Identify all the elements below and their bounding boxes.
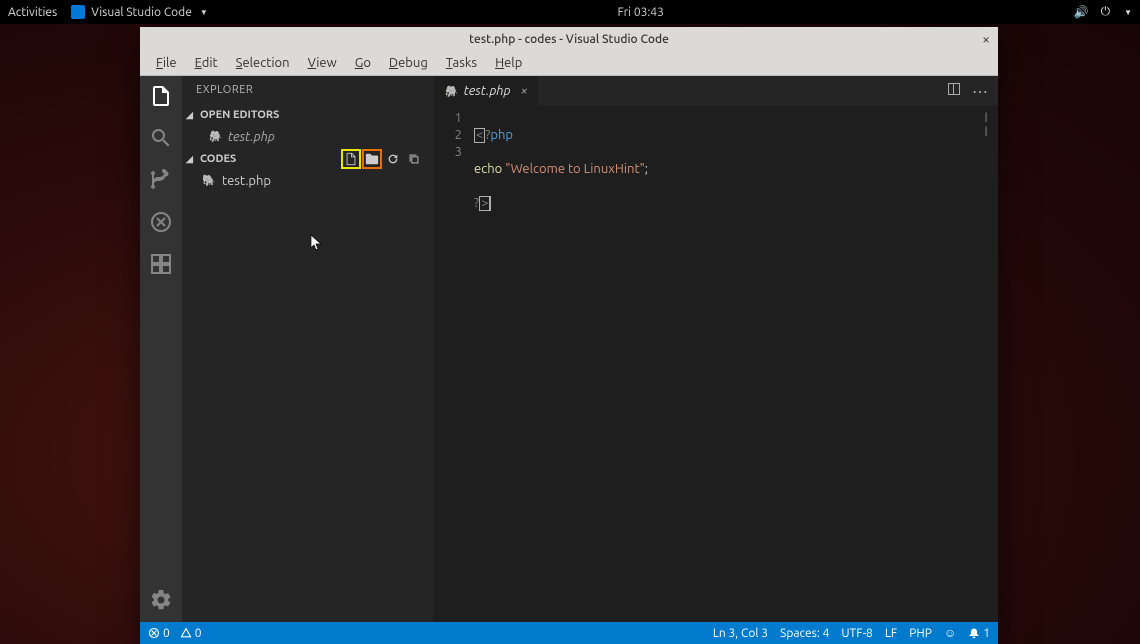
menu-help[interactable]: Help [487, 54, 530, 72]
folder-header[interactable]: ◢ CODES [182, 148, 434, 170]
source-control-icon[interactable] [149, 168, 173, 192]
code-editor[interactable]: 1 2 3 <?php echo "Welcome to LinuxHint";… [434, 106, 998, 622]
errors-count: 0 [163, 627, 170, 640]
activities-button[interactable]: Activities [8, 6, 57, 19]
line-gutter: 1 2 3 [434, 106, 474, 622]
gnome-top-bar: Activities Visual Studio Code ▼ Fri 03:4… [0, 0, 1140, 24]
new-folder-button[interactable] [362, 149, 382, 169]
php-file-icon: 🐘 [444, 85, 458, 98]
explorer-sidebar: EXPLORER ◢ OPEN EDITORS 🐘 test.php ◢ COD… [182, 76, 434, 622]
menu-selection[interactable]: Selection [228, 54, 298, 72]
chevron-down-icon: ▼ [1124, 8, 1132, 17]
split-editor-button[interactable] [946, 81, 962, 101]
status-lncol[interactable]: Ln 3, Col 3 [713, 627, 768, 640]
status-warnings[interactable]: 0 [180, 627, 202, 640]
status-notifications[interactable]: 1 [968, 627, 990, 640]
line-number: 1 [434, 110, 462, 127]
status-bar: 0 0 Ln 3, Col 3 Spaces: 4 UTF-8 LF PHP ☺… [140, 622, 998, 644]
volume-icon[interactable]: 🔊 [1074, 5, 1089, 19]
status-language[interactable]: PHP [909, 627, 932, 640]
file-label: test.php [222, 174, 271, 188]
title-bar[interactable]: test.php - codes - Visual Studio Code × [140, 27, 998, 51]
menu-go[interactable]: Go [347, 54, 379, 72]
open-editor-item[interactable]: 🐘 test.php [182, 126, 434, 148]
line-number: 2 [434, 127, 462, 144]
tab-label: test.php [464, 84, 511, 98]
tab-test-php[interactable]: 🐘 test.php × [434, 76, 538, 106]
editor-area: 🐘 test.php × ⋯ 1 2 3 <?php echo "We [434, 76, 998, 622]
window-close-button[interactable]: × [982, 31, 990, 47]
php-file-icon: 🐘 [208, 130, 222, 144]
open-editors-label: OPEN EDITORS [200, 109, 279, 121]
chevron-down-icon: ◢ [186, 110, 198, 121]
settings-gear-icon[interactable] [149, 588, 173, 612]
menu-bar: File Edit Selection View Go Debug Tasks … [140, 51, 998, 76]
menu-edit[interactable]: Edit [187, 54, 226, 72]
new-file-button[interactable] [341, 149, 361, 169]
folder-label: CODES [200, 153, 236, 165]
status-encoding[interactable]: UTF-8 [841, 627, 872, 640]
status-spaces[interactable]: Spaces: 4 [780, 627, 829, 640]
refresh-button[interactable] [383, 149, 403, 169]
menu-tasks[interactable]: Tasks [438, 54, 485, 72]
vscode-window: test.php - codes - Visual Studio Code × … [140, 27, 998, 644]
code-content[interactable]: <?php echo "Welcome to LinuxHint"; ?> [474, 106, 998, 622]
minimap[interactable]: II [984, 110, 994, 138]
activity-bar [140, 76, 182, 622]
more-actions-button[interactable]: ⋯ [972, 82, 988, 101]
power-icon[interactable]: ⏻ [1101, 5, 1111, 19]
folder-file-item[interactable]: 🐘 test.php [182, 170, 434, 192]
chevron-down-icon: ◢ [186, 154, 198, 165]
clock[interactable]: Fri 03:43 [208, 6, 1074, 19]
explorer-icon[interactable] [149, 84, 173, 108]
extensions-icon[interactable] [149, 252, 173, 276]
search-icon[interactable] [149, 126, 173, 150]
vscode-app-icon [71, 5, 85, 19]
chevron-down-icon: ▼ [200, 8, 208, 17]
debug-icon[interactable] [149, 210, 173, 234]
status-feedback[interactable]: ☺ [944, 626, 956, 640]
menu-view[interactable]: View [300, 54, 345, 72]
status-eol[interactable]: LF [885, 627, 897, 640]
tab-close-button[interactable]: × [520, 84, 527, 98]
app-name-label: Visual Studio Code [91, 6, 192, 19]
php-file-icon: 🐘 [202, 174, 216, 188]
menu-file[interactable]: File [148, 54, 185, 72]
sidebar-title: EXPLORER [182, 76, 434, 104]
editor-tabs: 🐘 test.php × ⋯ [434, 76, 998, 106]
notifications-count: 1 [983, 627, 990, 640]
open-editors-header[interactable]: ◢ OPEN EDITORS [182, 104, 434, 126]
line-number: 3 [434, 144, 462, 161]
collapse-all-button[interactable] [404, 149, 424, 169]
file-label: test.php [228, 130, 275, 144]
app-menu[interactable]: Visual Studio Code ▼ [71, 5, 208, 19]
status-errors[interactable]: 0 [148, 627, 170, 640]
window-title: test.php - codes - Visual Studio Code [140, 33, 998, 46]
warnings-count: 0 [195, 627, 202, 640]
menu-debug[interactable]: Debug [381, 54, 436, 72]
